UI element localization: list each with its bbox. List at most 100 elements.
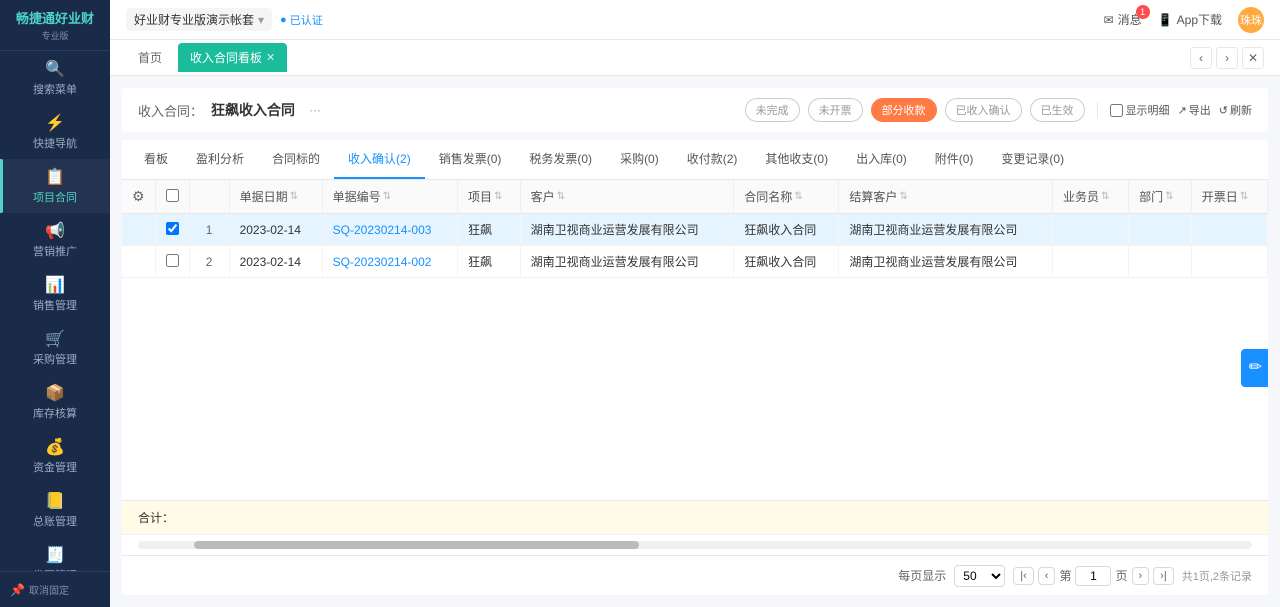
- sub-tab-revenue[interactable]: 收入确认(2): [334, 140, 425, 179]
- row-number-link[interactable]: SQ-20230214-003: [333, 223, 432, 237]
- sidebar-item-label: 营销推广: [33, 243, 77, 259]
- col-contract-name: 合同名称 ⇅: [734, 180, 839, 214]
- app-download-button[interactable]: 📱 App下载: [1158, 11, 1222, 28]
- horizontal-scrollbar[interactable]: [138, 541, 1252, 549]
- col-invoice-date-label: 开票日: [1202, 188, 1238, 205]
- settings-icon[interactable]: ⚙: [132, 188, 145, 204]
- page-number-input[interactable]: [1075, 566, 1111, 586]
- contract-actions: 未完成 未开票 部分收款 已收入确认 已生效 显示明细 ↗ 导出 ↺ 刷新: [745, 98, 1252, 122]
- sidebar-item-invoice[interactable]: 🧾 发票管理: [0, 537, 110, 571]
- messages-button[interactable]: ✉ 消息 1: [1104, 11, 1142, 28]
- avatar-text: 珠珠: [1240, 12, 1262, 28]
- row-invoice-date: [1191, 214, 1267, 246]
- select-all-checkbox[interactable]: [166, 189, 179, 202]
- sidebar-item-project[interactable]: 📋 项目合同: [0, 159, 110, 213]
- scrollbar-thumb[interactable]: [194, 541, 640, 549]
- status-effective-btn[interactable]: 已生效: [1030, 98, 1085, 122]
- col-end-customer: 结算客户 ⇅: [839, 180, 1053, 214]
- nav-close-button[interactable]: ✕: [1242, 47, 1264, 69]
- sort-icon[interactable]: ⇅: [383, 191, 391, 202]
- sort-icon[interactable]: ⇅: [494, 191, 502, 202]
- sidebar-item-quick-nav[interactable]: ⚡ 快捷导航: [0, 105, 110, 159]
- col-number-label: 单据编号: [333, 188, 381, 205]
- tab-contract-board[interactable]: 收入合同看板 ✕: [178, 43, 287, 72]
- status-uninvoiced-btn[interactable]: 未开票: [808, 98, 863, 122]
- page-next-button[interactable]: ›: [1132, 567, 1150, 585]
- nav-prev-button[interactable]: ‹: [1190, 47, 1212, 69]
- more-button[interactable]: ···: [303, 101, 327, 119]
- col-department: 部门 ⇅: [1129, 180, 1192, 214]
- sidebar-pin-button[interactable]: 📌 取消固定: [6, 578, 104, 601]
- page-prev-button[interactable]: ‹: [1038, 567, 1056, 585]
- status-partial-btn[interactable]: 部分收款: [871, 98, 937, 122]
- detail-checkbox-input[interactable]: [1110, 104, 1123, 117]
- col-customer: 客户 ⇅: [520, 180, 734, 214]
- export-icon: ↗: [1178, 104, 1187, 117]
- sort-icon[interactable]: ⇅: [1240, 191, 1248, 202]
- sub-tab-other[interactable]: 其他收支(0): [751, 140, 842, 179]
- download-icon: 📱: [1158, 13, 1173, 27]
- sub-tab-payment[interactable]: 收付款(2): [673, 140, 752, 179]
- sort-icon[interactable]: ⇅: [794, 191, 802, 202]
- row-checkbox[interactable]: [166, 222, 179, 235]
- row-number-link[interactable]: SQ-20230214-002: [333, 255, 432, 269]
- data-table-container: ⚙ 单据日期 ⇅: [122, 180, 1268, 500]
- message-icon: ✉: [1104, 13, 1114, 27]
- contract-title: 收入合同： 狂飙收入合同 ···: [138, 100, 327, 120]
- page-last-button[interactable]: ›|: [1153, 567, 1174, 585]
- sub-tab-inout[interactable]: 出入库(0): [842, 140, 921, 179]
- sub-tab-attachment[interactable]: 附件(0): [921, 140, 988, 179]
- tab-close-icon[interactable]: ✕: [266, 51, 275, 64]
- sub-tab-sales-invoice[interactable]: 销售发票(0): [425, 140, 516, 179]
- refresh-button[interactable]: ↺ 刷新: [1219, 102, 1252, 118]
- status-incomplete-btn[interactable]: 未完成: [745, 98, 800, 122]
- sidebar-item-search[interactable]: 🔍 搜索菜单: [0, 51, 110, 105]
- sidebar-item-label: 快捷导航: [33, 135, 77, 151]
- annotation-panel[interactable]: ✏: [1241, 349, 1268, 387]
- sub-tab-subject[interactable]: 合同标的: [258, 140, 334, 179]
- col-customer-label: 客户: [531, 188, 555, 205]
- sub-tabs: 看板 盈利分析 合同标的 收入确认(2) 销售发票(0) 税务发票(0) 采购(…: [122, 140, 1268, 180]
- sub-tab-changes[interactable]: 变更记录(0): [987, 140, 1078, 179]
- sort-icon[interactable]: ⇅: [1101, 191, 1109, 202]
- status-confirmed-btn[interactable]: 已收入确认: [945, 98, 1022, 122]
- show-detail-checkbox[interactable]: 显示明细: [1110, 102, 1170, 118]
- avatar[interactable]: 珠珠: [1238, 7, 1264, 33]
- app-logo: 畅捷通好业财 专业版: [0, 0, 110, 51]
- row-checkbox-cell: [155, 214, 189, 246]
- sub-tab-profit[interactable]: 盈利分析: [182, 140, 258, 179]
- per-page-select[interactable]: 50 20 100: [954, 565, 1005, 587]
- sidebar-item-funds[interactable]: 💰 资金管理: [0, 429, 110, 483]
- sub-tab-board[interactable]: 看板: [130, 140, 182, 179]
- sidebar-item-label: 项目合同: [33, 189, 77, 205]
- page-nav: |‹ ‹ 第 页 › ›|: [1013, 566, 1173, 586]
- sort-icon[interactable]: ⇅: [1165, 191, 1173, 202]
- col-check: [155, 180, 189, 214]
- sidebar-item-purchase[interactable]: 🛒 采购管理: [0, 321, 110, 375]
- company-selector[interactable]: 好业财专业版演示帐套 ▾: [126, 8, 272, 31]
- sidebar-item-marketing[interactable]: 📢 营销推广: [0, 213, 110, 267]
- sub-tab-tax-invoice[interactable]: 税务发票(0): [515, 140, 606, 179]
- sort-icon[interactable]: ⇅: [899, 191, 907, 202]
- nav-next-button[interactable]: ›: [1216, 47, 1238, 69]
- sidebar-item-sales[interactable]: 📊 销售管理: [0, 267, 110, 321]
- sort-icon[interactable]: ⇅: [557, 191, 565, 202]
- sort-icon[interactable]: ⇅: [290, 191, 298, 202]
- row-no: 2: [189, 246, 229, 278]
- sidebar-item-inventory[interactable]: 📦 库存核算: [0, 375, 110, 429]
- row-department: [1129, 246, 1192, 278]
- row-end-customer: 湖南卫视商业运营发展有限公司: [839, 246, 1053, 278]
- table-row[interactable]: 1 2023-02-14 SQ-20230214-003 狂飙 湖南卫视商业运营…: [122, 214, 1268, 246]
- col-date-label: 单据日期: [240, 188, 288, 205]
- refresh-label: 刷新: [1230, 102, 1252, 118]
- export-button[interactable]: ↗ 导出: [1178, 102, 1211, 118]
- tab-home[interactable]: 首页: [126, 43, 174, 72]
- page-first-button[interactable]: |‹: [1013, 567, 1034, 585]
- row-checkbox[interactable]: [166, 254, 179, 267]
- sub-tab-purchase[interactable]: 采购(0): [606, 140, 673, 179]
- sidebar: 畅捷通好业财 专业版 🔍 搜索菜单 ⚡ 快捷导航 📋 项目合同 📢 营销推广 📊…: [0, 0, 110, 607]
- table-row[interactable]: 2 2023-02-14 SQ-20230214-002 狂飙 湖南卫视商业运营…: [122, 246, 1268, 278]
- pin-label: 取消固定: [29, 582, 69, 597]
- sidebar-item-general[interactable]: 📒 总账管理: [0, 483, 110, 537]
- col-settings: ⚙: [122, 180, 155, 214]
